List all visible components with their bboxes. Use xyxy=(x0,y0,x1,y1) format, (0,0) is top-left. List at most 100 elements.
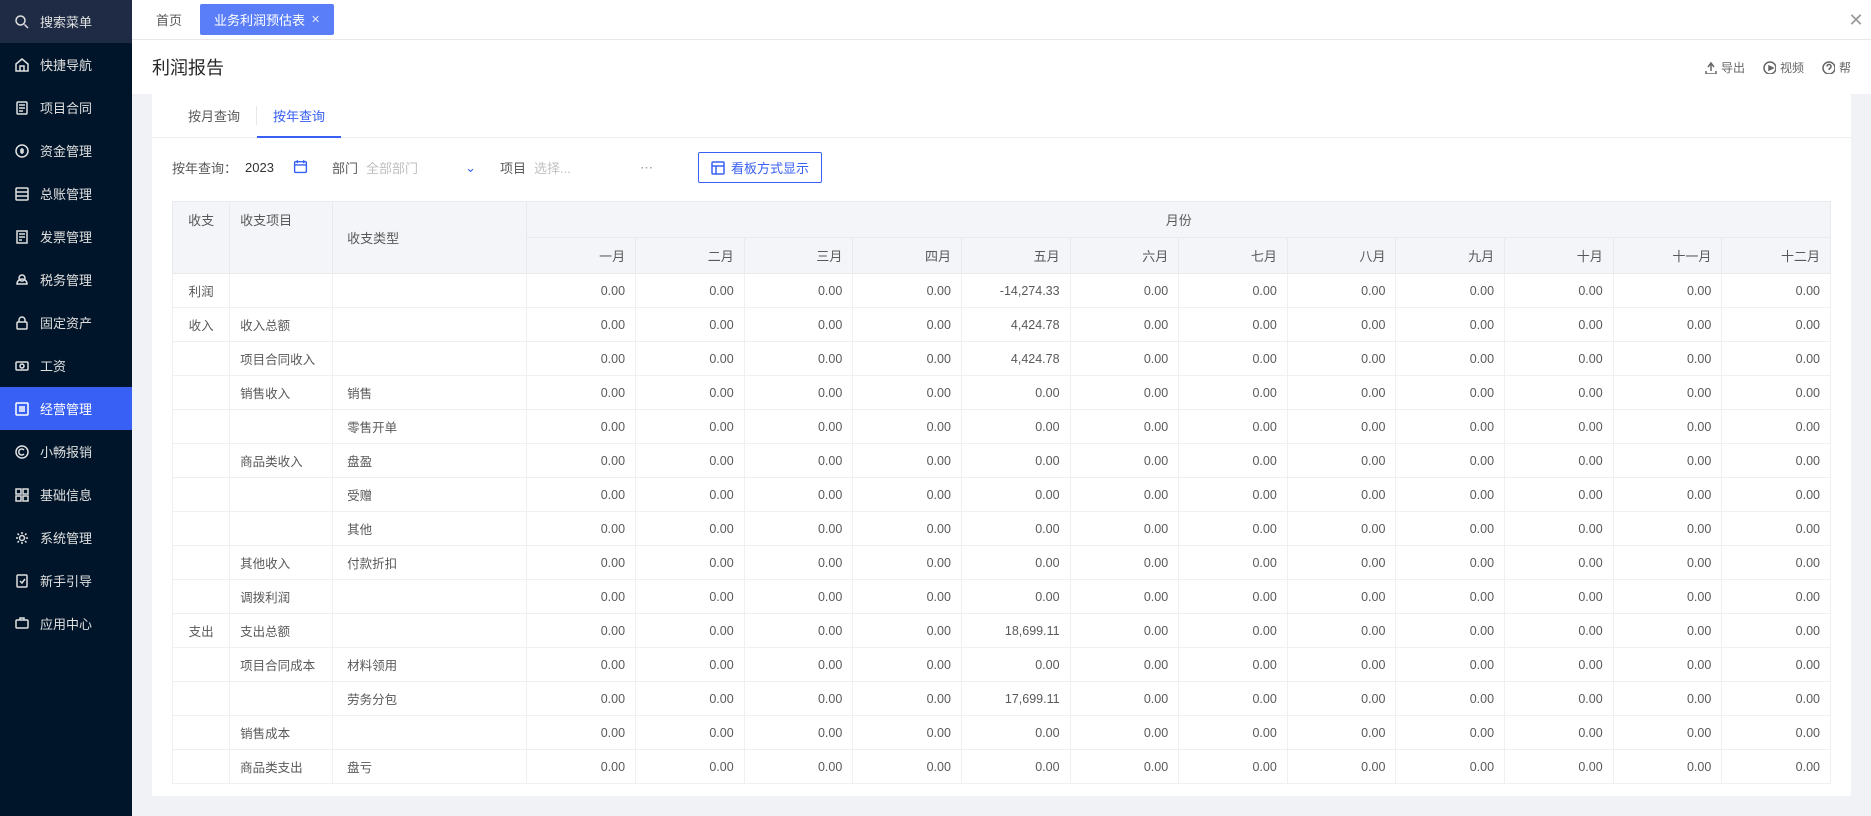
cell-value: 0.00 xyxy=(1613,342,1722,376)
cell-value: 0.00 xyxy=(853,614,962,648)
doc-icon xyxy=(14,100,30,116)
th-month: 九月 xyxy=(1396,238,1505,274)
cell-value: 0.00 xyxy=(527,444,636,478)
sidebar-item-salary[interactable]: 工资 xyxy=(0,344,132,387)
tab-业务利润预估表[interactable]: 业务利润预估表✕ xyxy=(200,4,334,35)
sidebar-item-basic[interactable]: 基础信息 xyxy=(0,473,132,516)
tabs-close-all[interactable]: ✕ xyxy=(1841,0,1871,40)
year-input[interactable] xyxy=(245,160,285,175)
sidebar-item-label: 经营管理 xyxy=(40,399,92,418)
sidebar-item-asset[interactable]: 固定资产 xyxy=(0,301,132,344)
cell-item: 商品类支出 xyxy=(230,750,333,784)
export-icon xyxy=(1704,61,1717,74)
cell-value: 0.00 xyxy=(853,716,962,750)
th-month: 八月 xyxy=(1287,238,1396,274)
cell-value: 0.00 xyxy=(961,376,1070,410)
sidebar-item-tax[interactable]: 税务管理 xyxy=(0,258,132,301)
cell-value: 0.00 xyxy=(1396,274,1505,308)
cell-value: 0.00 xyxy=(744,308,853,342)
cell-value: 0.00 xyxy=(1070,750,1179,784)
cell-value: 0.00 xyxy=(527,410,636,444)
cell-value: 0.00 xyxy=(527,682,636,716)
sidebar-item-system[interactable]: 系统管理 xyxy=(0,516,132,559)
cell-value: 0.00 xyxy=(1396,580,1505,614)
cell-item xyxy=(230,682,333,716)
cell-value: 0.00 xyxy=(961,716,1070,750)
cell-value: 0.00 xyxy=(1722,274,1831,308)
cell-value: 0.00 xyxy=(744,274,853,308)
calendar-icon[interactable] xyxy=(293,159,308,177)
cell-value: 0.00 xyxy=(636,546,745,580)
cell-value: 0.00 xyxy=(636,478,745,512)
table-scroll[interactable]: 收支收支项目收支类型月份一月二月三月四月五月六月七月八月九月十月十一月十二月 利… xyxy=(152,201,1851,796)
sidebar-item-appcenter[interactable]: 应用中心 xyxy=(0,602,132,645)
th-month: 七月 xyxy=(1179,238,1288,274)
query-tab-0[interactable]: 按月查询 xyxy=(172,94,256,137)
cell-value: 0.00 xyxy=(1287,648,1396,682)
sidebar-item-label: 税务管理 xyxy=(40,270,92,289)
cell-item xyxy=(230,410,333,444)
cell-type: 材料领用 xyxy=(333,648,527,682)
cell-type xyxy=(333,308,527,342)
video-action[interactable]: 视频 xyxy=(1763,59,1804,76)
main-content: 首页业务利润预估表✕✕ 利润报告 导出 视频 帮 xyxy=(132,0,1871,816)
sidebar-item-label: 总账管理 xyxy=(40,184,92,203)
sidebar-item-search[interactable]: 搜索菜单 xyxy=(0,0,132,43)
cell-value: 0.00 xyxy=(1070,580,1179,614)
dept-label: 部门 xyxy=(332,158,358,177)
cell-value: 0.00 xyxy=(961,546,1070,580)
cell-value: 0.00 xyxy=(1287,614,1396,648)
cell-value: 0.00 xyxy=(1613,682,1722,716)
close-icon[interactable]: ✕ xyxy=(311,13,320,26)
cell-value: 0.00 xyxy=(853,444,962,478)
cell-value: 0.00 xyxy=(527,308,636,342)
th-item: 收支项目 xyxy=(230,202,333,274)
sidebar-item-ledger[interactable]: 总账管理 xyxy=(0,172,132,215)
cell-value: 0.00 xyxy=(1179,308,1288,342)
export-action[interactable]: 导出 xyxy=(1704,59,1745,76)
sidebar-item-invoice[interactable]: 发票管理 xyxy=(0,215,132,258)
cell-value: 0.00 xyxy=(1179,580,1288,614)
sidebar-item-operation[interactable]: 经营管理 xyxy=(0,387,132,430)
sidebar-item-guide[interactable]: 新手引导 xyxy=(0,559,132,602)
cell-value: 0.00 xyxy=(1179,648,1288,682)
cell-value: 0.00 xyxy=(1287,580,1396,614)
sidebar-item-contract[interactable]: 项目合同 xyxy=(0,86,132,129)
tab-首页[interactable]: 首页 xyxy=(142,4,196,35)
cell-value: 0.00 xyxy=(853,750,962,784)
cell-cat xyxy=(173,716,230,750)
sidebar-item-label: 基础信息 xyxy=(40,485,92,504)
sidebar-item-quicknav[interactable]: 快捷导航 xyxy=(0,43,132,86)
sidebar-item-label: 资金管理 xyxy=(40,141,92,160)
cell-value: 0.00 xyxy=(1613,444,1722,478)
header-actions: 导出 视频 帮 xyxy=(1704,59,1851,76)
tabs-bar: 首页业务利润预估表✕✕ xyxy=(132,0,1871,40)
help-action[interactable]: 帮 xyxy=(1822,59,1851,76)
filter-row: 按年查询： 部门 全部部门 ⌄ 项目 xyxy=(152,138,1851,201)
proj-select[interactable]: 选择... ⋯ xyxy=(534,158,654,177)
dept-select[interactable]: 全部部门 ⌄ xyxy=(366,158,476,177)
cell-value: 0.00 xyxy=(1070,410,1179,444)
cell-value: 0.00 xyxy=(1505,274,1614,308)
th-month-group: 月份 xyxy=(527,202,1831,238)
cell-value: 0.00 xyxy=(1179,614,1288,648)
table-row: 调拨利润0.000.000.000.000.000.000.000.000.00… xyxy=(173,580,1831,614)
table-row: 商品类收入盘盈0.000.000.000.000.000.000.000.000… xyxy=(173,444,1831,478)
table-row: 销售收入销售0.000.000.000.000.000.000.000.000.… xyxy=(173,376,1831,410)
cell-value: 0.00 xyxy=(1505,308,1614,342)
th-month: 五月 xyxy=(961,238,1070,274)
sidebar-item-report[interactable]: 小畅报销 xyxy=(0,430,132,473)
cell-type: 其他 xyxy=(333,512,527,546)
cell-value: 0.00 xyxy=(527,580,636,614)
board-view-button[interactable]: 看板方式显示 xyxy=(698,152,822,183)
invoice-icon xyxy=(14,229,30,245)
money-icon xyxy=(14,143,30,159)
cell-item: 收入总额 xyxy=(230,308,333,342)
th-type: 收支类型 xyxy=(333,202,527,274)
query-tab-1[interactable]: 按年查询 xyxy=(257,94,341,137)
sidebar-item-fund[interactable]: 资金管理 xyxy=(0,129,132,172)
cell-value: 0.00 xyxy=(1613,274,1722,308)
book-icon xyxy=(14,186,30,202)
cell-value: 0.00 xyxy=(1722,444,1831,478)
cell-value: 0.00 xyxy=(527,478,636,512)
